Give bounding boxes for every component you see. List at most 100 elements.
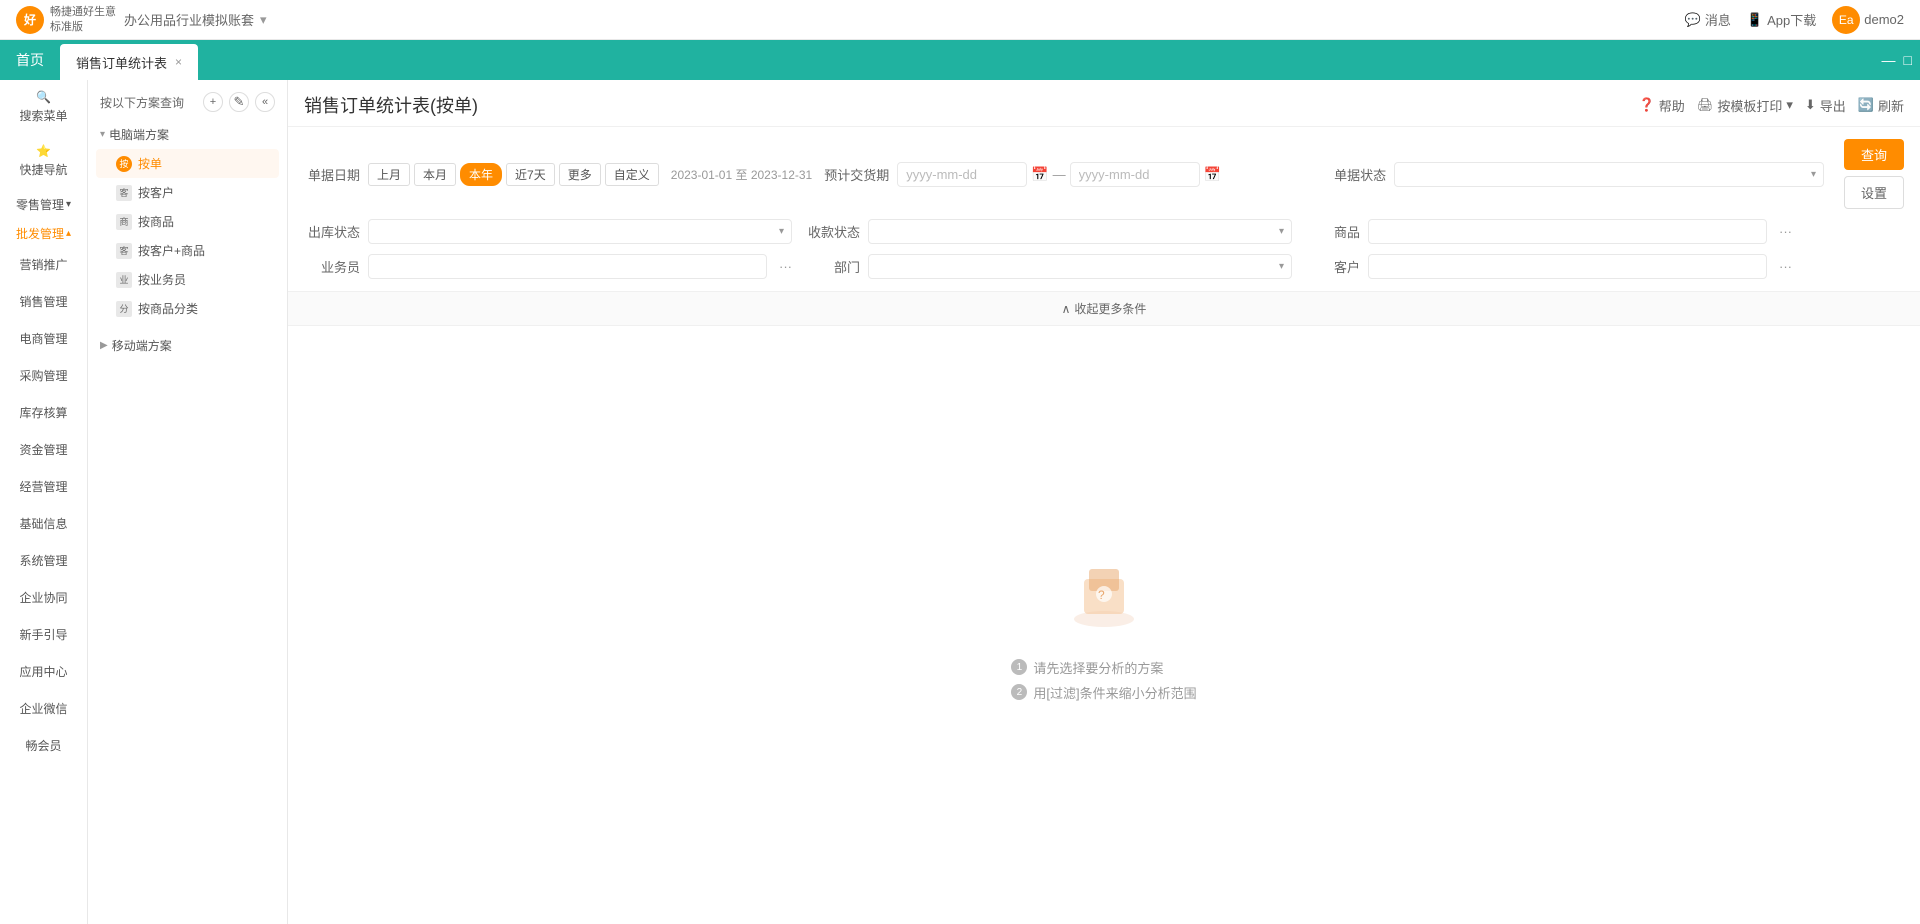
goods-input[interactable] [1368, 219, 1767, 244]
salesperson-input[interactable] [368, 254, 767, 279]
refresh-button[interactable]: 🔄 刷新 [1858, 96, 1904, 115]
scheme-icon: 业 [116, 272, 132, 288]
edit-scheme-button[interactable]: ✎ [229, 92, 249, 112]
message-icon: 💬 [1685, 12, 1701, 28]
filter-customer-section: 客户 ··· [1304, 254, 1792, 279]
expected-date-to-input[interactable] [1070, 162, 1200, 187]
mobile-scheme-group: ▶ 移动端方案 [88, 331, 287, 360]
sidebar-item-purchase[interactable]: 采购管理 [0, 357, 87, 394]
export-button[interactable]: ⬇ 导出 [1805, 96, 1846, 115]
dept-select-wrap: ▾ [868, 254, 1292, 279]
panel-header: 按以下方案查询 + ✎ « [88, 88, 287, 120]
template-print-button[interactable]: 🖨 按模板打印 ▾ [1697, 96, 1793, 115]
empty-tip-1: 1 请先选择要分析的方案 [1011, 658, 1196, 677]
tab-sales-order-stat[interactable]: 销售订单统计表 × [60, 44, 198, 80]
sidebar-item-retail[interactable]: 零售管理 ▾ [0, 188, 87, 217]
sidebar-item-inventory[interactable]: 库存核算 [0, 394, 87, 431]
sidebar-item-marketing[interactable]: 营销推广 [0, 246, 87, 283]
date-btn-this-year[interactable]: 本年 [460, 163, 502, 186]
collapse-panel-button[interactable]: « [255, 92, 275, 112]
scheme-item-按业务员[interactable]: 业 按业务员 [96, 265, 279, 294]
goods-more-icon[interactable]: ··· [1779, 224, 1792, 239]
tip-num-1: 1 [1011, 659, 1027, 675]
breadcrumb-dropdown-icon[interactable]: ▾ [260, 12, 267, 28]
main-layout: 🔍 搜索菜单 ⭐ 快捷导航 零售管理 ▾ 批发管理 ▴ 营销推广 销售管理 电商… [0, 80, 1920, 924]
sidebar-item-wechat[interactable]: 企业微信 [0, 690, 87, 727]
date-filter-label: 单据日期 [304, 165, 360, 184]
sidebar-item-quick-nav[interactable]: ⭐ 快捷导航 [0, 134, 87, 188]
window-maximize-icon[interactable]: □ [1904, 52, 1912, 68]
sidebar-item-finance[interactable]: 资金管理 [0, 431, 87, 468]
date-quick-btns: 上月 本月 本年 近7天 更多 自定义 [368, 163, 659, 186]
salesperson-more-icon[interactable]: ··· [779, 259, 792, 274]
sidebar-item-member[interactable]: 畅会员 [0, 727, 87, 764]
date-btn-7days[interactable]: 近7天 [506, 163, 555, 186]
tab-close-icon[interactable]: × [175, 55, 182, 69]
out-status-label: 出库状态 [304, 222, 360, 241]
export-icon: ⬇ [1805, 97, 1816, 113]
order-status-input[interactable] [1394, 162, 1824, 187]
sidebar-item-sales[interactable]: 销售管理 [0, 283, 87, 320]
right-main-panel: 销售订单统计表(按单) ❓ 帮助 🖨 按模板打印 ▾ ⬇ 导出 [288, 80, 1920, 924]
topbar-left: 好 畅捷通好生意 标准版 办公用品行业模拟账套 ▾ [16, 5, 267, 34]
calendar-from-icon[interactable]: 📅 [1031, 166, 1048, 183]
app-download-button[interactable]: 📱 App下载 [1747, 10, 1816, 29]
query-button[interactable]: 查询 [1844, 139, 1904, 170]
sidebar-item-base[interactable]: 基础信息 [0, 505, 87, 542]
tab-home[interactable]: 首页 [0, 40, 60, 80]
calendar-to-icon[interactable]: 📅 [1204, 166, 1221, 183]
search-icon: 🔍 [36, 90, 51, 104]
sidebar-item-operations[interactable]: 经营管理 [0, 468, 87, 505]
scheme-item-按客户[interactable]: 客 按客户 [96, 178, 279, 207]
empty-tip-2: 2 用[过滤]条件来缩小分析范围 [1011, 683, 1196, 702]
help-button[interactable]: ❓ 帮助 [1639, 96, 1685, 115]
customer-input[interactable] [1368, 254, 1767, 279]
topbar: 好 畅捷通好生意 标准版 办公用品行业模拟账套 ▾ 💬 消息 📱 App下载 E… [0, 0, 1920, 40]
chevron-down-icon: ▾ [66, 199, 71, 210]
customer-more-icon[interactable]: ··· [1779, 259, 1792, 274]
expected-date-from-input[interactable] [897, 162, 1027, 187]
svg-text:?: ? [1098, 588, 1105, 602]
sidebar-item-ecommerce[interactable]: 电商管理 [0, 320, 87, 357]
pc-group-title[interactable]: ▾ 电脑端方案 [96, 120, 279, 149]
date-btn-this-month[interactable]: 本月 [414, 163, 456, 186]
date-btn-custom[interactable]: 自定义 [605, 163, 659, 186]
scheme-item-按客户商品[interactable]: 客 按客户+商品 [96, 236, 279, 265]
empty-tips: 1 请先选择要分析的方案 2 用[过滤]条件来缩小分析范围 [1011, 658, 1196, 702]
dept-input[interactable] [868, 254, 1292, 279]
message-button[interactable]: 💬 消息 [1685, 10, 1731, 29]
sidebar-item-search[interactable]: 🔍 搜索菜单 [0, 80, 87, 134]
settings-button[interactable]: 设置 [1844, 176, 1904, 209]
scheme-item-按商品分类[interactable]: 分 按商品分类 [96, 294, 279, 323]
breadcrumb: 办公用品行业模拟账套 ▾ [124, 10, 267, 29]
collapse-bar[interactable]: ∧ 收起更多条件 [288, 292, 1920, 326]
user-menu[interactable]: Ea demo2 [1832, 6, 1904, 34]
sidebar-item-newbie[interactable]: 新手引导 [0, 616, 87, 653]
scheme-item-按单[interactable]: 按 按单 [96, 149, 279, 178]
filter-out-status-section: 出库状态 ▾ [304, 219, 792, 244]
mobile-group-title[interactable]: ▶ 移动端方案 [96, 331, 279, 360]
sidebar-item-wholesale[interactable]: 批发管理 ▴ [0, 217, 87, 246]
filter-row-2: 出库状态 ▾ 收款状态 ▾ 商品 [304, 219, 1904, 244]
filter-area: 单据日期 上月 本月 本年 近7天 更多 自定义 2023-01-01 至 [288, 127, 1920, 292]
pc-scheme-group: ▾ 电脑端方案 按 按单 客 按客户 商 按商品 客 按客户+商品 [88, 120, 287, 323]
collapse-button[interactable]: ∧ 收起更多条件 [1062, 300, 1147, 317]
date-btn-prev-month[interactable]: 上月 [368, 163, 410, 186]
out-status-input[interactable] [368, 219, 792, 244]
filter-order-status-section: 单据状态 ▾ [1330, 162, 1824, 187]
add-scheme-button[interactable]: + [203, 92, 223, 112]
sidebar: 🔍 搜索菜单 ⭐ 快捷导航 零售管理 ▾ 批发管理 ▴ 营销推广 销售管理 电商… [0, 80, 88, 924]
sidebar-item-enterprise[interactable]: 企业协同 [0, 579, 87, 616]
print-icon: 🖨 [1697, 97, 1714, 113]
expected-date-wrap: 📅 — 📅 [897, 162, 1318, 187]
filter-salesperson-section: 业务员 ··· [304, 254, 792, 279]
window-minimize-icon[interactable]: — [1882, 52, 1896, 68]
date-btn-more[interactable]: 更多 [559, 163, 601, 186]
panel-actions: + ✎ « [203, 92, 275, 112]
help-icon: ❓ [1639, 97, 1655, 113]
scheme-item-按商品[interactable]: 商 按商品 [96, 207, 279, 236]
collection-status-input[interactable] [868, 219, 1292, 244]
sidebar-item-app-center[interactable]: 应用中心 [0, 653, 87, 690]
sidebar-item-system[interactable]: 系统管理 [0, 542, 87, 579]
chevron-up-icon: ▴ [66, 228, 71, 239]
